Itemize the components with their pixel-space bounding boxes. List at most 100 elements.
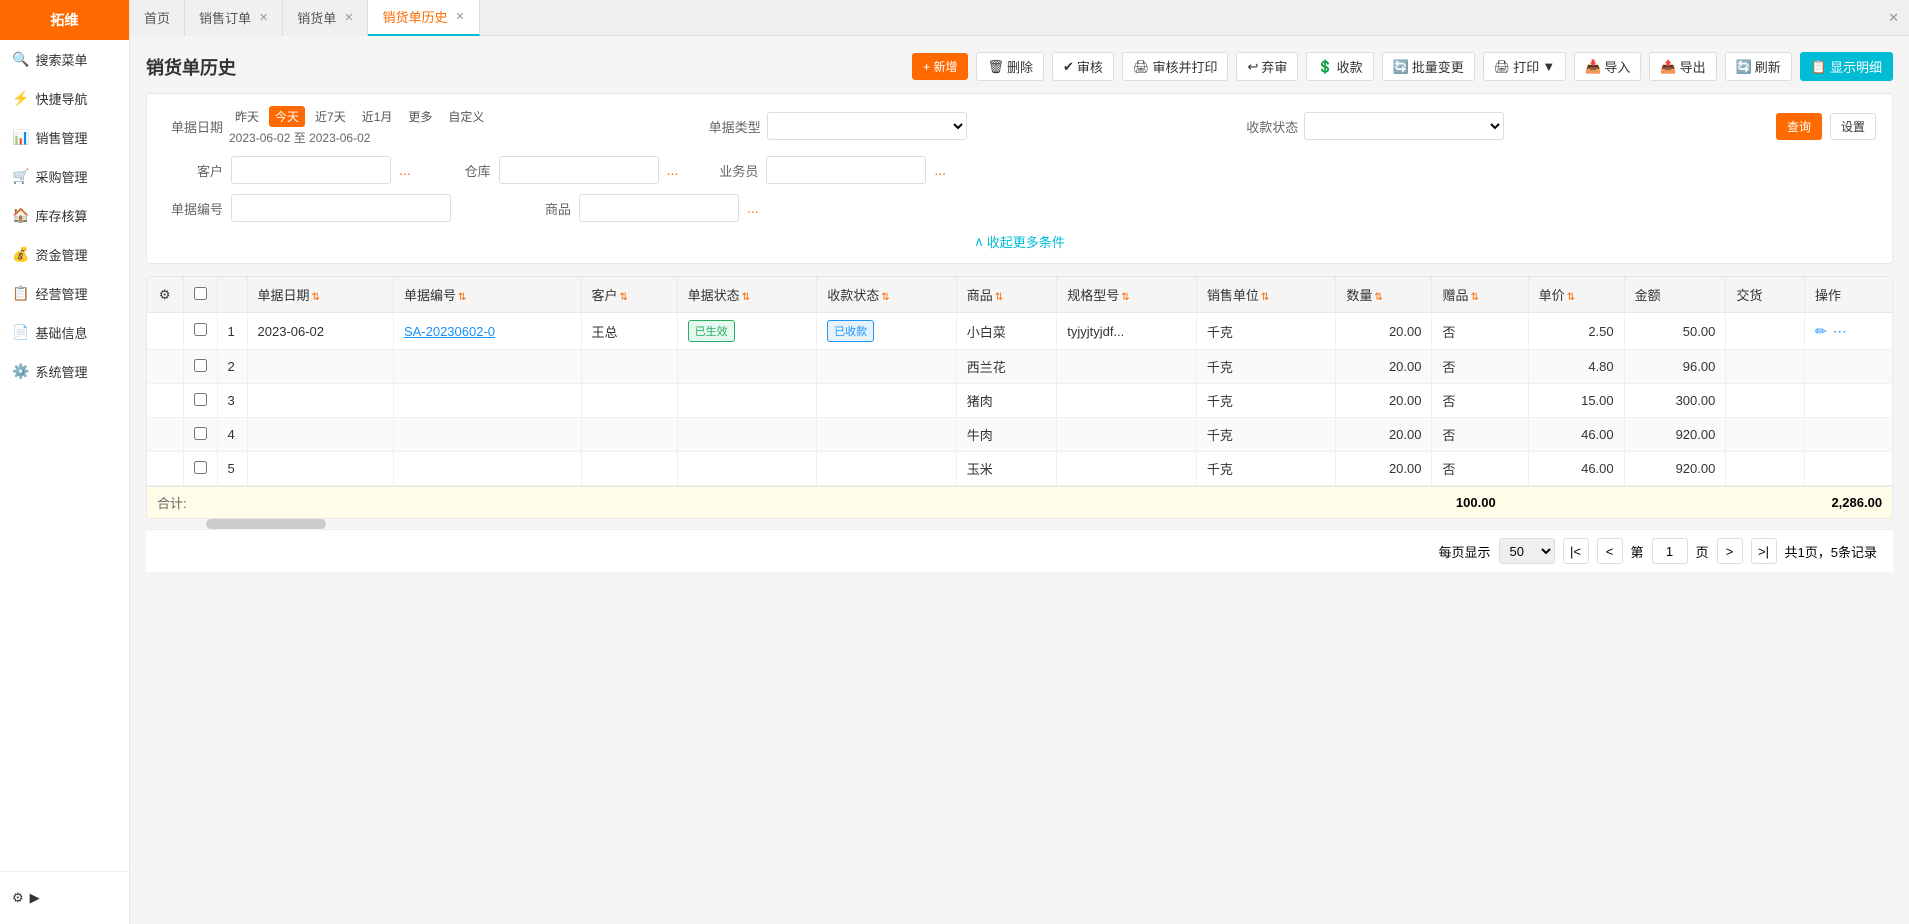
sidebar-item-quick-nav[interactable]: ⚡ 快捷导航 — [0, 79, 129, 118]
close-icon[interactable]: ✕ — [259, 11, 268, 24]
last-page-button[interactable]: >| — [1751, 538, 1777, 564]
row-checkbox[interactable] — [194, 393, 207, 406]
sidebar-item-search-menu[interactable]: 🔍 搜索菜单 — [0, 40, 129, 79]
new-button[interactable]: + 新增 — [912, 53, 968, 80]
td-gear — [147, 384, 183, 418]
td-checkbox[interactable] — [183, 313, 217, 350]
td-gift: 否 — [1432, 350, 1528, 384]
sidebar-settings[interactable]: ⚙ ▶ — [0, 880, 129, 916]
warehouse-input[interactable] — [499, 156, 659, 184]
date-tag-custom[interactable]: 自定义 — [442, 106, 490, 127]
td-gear — [147, 313, 183, 350]
th-doc-no[interactable]: 单据编号⇅ — [393, 277, 581, 313]
date-tag-1month[interactable]: 近1月 — [356, 106, 399, 127]
import-button[interactable]: 📥 导入 — [1574, 52, 1641, 81]
date-tag-more[interactable]: 更多 — [402, 106, 438, 127]
sidebar-bottom: ⚙ ▶ — [0, 871, 129, 924]
select-all-checkbox[interactable] — [194, 287, 207, 300]
td-doc-status — [677, 384, 817, 418]
tab-sales-history[interactable]: 销货单历史 ✕ — [368, 0, 479, 36]
close-icon[interactable]: ✕ — [456, 10, 465, 23]
row-checkbox[interactable] — [194, 359, 207, 372]
th-gift[interactable]: 赠品⇅ — [1432, 277, 1528, 313]
goods-input[interactable] — [579, 194, 739, 222]
tab-sales-order[interactable]: 销售订单 ✕ — [185, 0, 283, 36]
basic-info-icon: 📄 — [12, 324, 29, 341]
more-icon[interactable]: ⋯ — [1833, 323, 1847, 340]
warehouse-ellipsis-btn[interactable]: ... — [667, 162, 679, 178]
sidebar-item-purchase-mgmt[interactable]: 🛒 采购管理 — [0, 157, 129, 196]
td-goods: 猪肉 — [956, 384, 1056, 418]
td-checkbox[interactable] — [183, 350, 217, 384]
sidebar-item-inventory[interactable]: 🏠 库存核算 — [0, 196, 129, 235]
sidebar-item-sales-mgmt[interactable]: 📊 销售管理 — [0, 118, 129, 157]
doc-type-select[interactable] — [767, 112, 967, 140]
show-detail-button[interactable]: 📋 显示明细 — [1800, 52, 1893, 81]
th-spec[interactable]: 规格型号⇅ — [1057, 277, 1197, 313]
table-footer: 合计: 100.00 2,286.00 — [147, 486, 1892, 518]
query-button[interactable]: 查询 — [1776, 113, 1822, 140]
edit-icon[interactable]: ✏ — [1815, 323, 1827, 340]
salesperson-input[interactable] — [766, 156, 926, 184]
date-tag-today[interactable]: 今天 — [269, 106, 305, 127]
th-goods[interactable]: 商品⇅ — [956, 277, 1056, 313]
settings-icon: ⚙ — [12, 890, 24, 906]
export-button[interactable]: 📤 导出 — [1649, 52, 1716, 81]
td-checkbox[interactable] — [183, 452, 217, 486]
td-price: 4.80 — [1528, 350, 1624, 384]
first-page-button[interactable]: |< — [1563, 538, 1589, 564]
collapse-button[interactable]: ∧ 收起更多条件 — [974, 232, 1065, 251]
doc-no-input[interactable] — [231, 194, 451, 222]
tab-home[interactable]: 首页 — [130, 0, 185, 36]
date-tag-yesterday[interactable]: 昨天 — [229, 106, 265, 127]
sidebar-item-system-mgmt[interactable]: ⚙️ 系统管理 — [0, 352, 129, 391]
customer-input[interactable] — [231, 156, 391, 184]
batch-change-button[interactable]: 🔄 批量变更 — [1382, 52, 1475, 81]
scrollbar-thumb[interactable] — [206, 519, 326, 529]
goods-ellipsis-btn[interactable]: ... — [747, 200, 759, 216]
print-button[interactable]: 🖨 打印 ▼ — [1483, 52, 1566, 81]
refresh-button[interactable]: 🔄 刷新 — [1725, 52, 1792, 81]
doc-no-link[interactable]: SA-20230602-0 — [404, 324, 495, 339]
window-close-button[interactable]: ✕ — [1888, 10, 1909, 26]
salesperson-ellipsis-btn[interactable]: ... — [934, 162, 946, 178]
th-date[interactable]: 单据日期⇅ — [247, 277, 393, 313]
collect-button[interactable]: 💲 收款 — [1306, 52, 1373, 81]
td-doc-no — [393, 418, 581, 452]
review-button[interactable]: ✔ 审核 — [1052, 52, 1114, 81]
next-page-button[interactable]: > — [1717, 538, 1743, 564]
page-number-input[interactable] — [1652, 538, 1688, 564]
sidebar-item-basic-info[interactable]: 📄 基础信息 — [0, 313, 129, 352]
date-tag-7days[interactable]: 近7天 — [309, 106, 352, 127]
row-checkbox[interactable] — [194, 427, 207, 440]
row-checkbox[interactable] — [194, 323, 207, 336]
td-qty: 20.00 — [1336, 418, 1432, 452]
abandon-button[interactable]: ↩ 弃审 — [1236, 52, 1298, 81]
customer-ellipsis-btn[interactable]: ... — [399, 162, 411, 178]
sidebar-item-finance[interactable]: 💰 资金管理 — [0, 235, 129, 274]
th-customer[interactable]: 客户⇅ — [581, 277, 677, 313]
per-page-select[interactable]: 50 100 — [1499, 538, 1555, 564]
delete-button[interactable]: 🗑 删除 — [976, 52, 1044, 81]
th-price[interactable]: 单价⇅ — [1528, 277, 1624, 313]
operations-icon: 📋 — [12, 285, 29, 302]
td-checkbox[interactable] — [183, 418, 217, 452]
review-print-button[interactable]: 🖨 审核并打印 — [1122, 52, 1229, 81]
row-checkbox[interactable] — [194, 461, 207, 474]
sort-qty-icon: ⇅ — [1374, 292, 1382, 303]
payment-status-select[interactable] — [1304, 112, 1504, 140]
td-checkbox[interactable] — [183, 384, 217, 418]
td-spec — [1057, 384, 1197, 418]
settings-button[interactable]: 设置 — [1830, 113, 1876, 140]
th-doc-status[interactable]: 单据状态⇅ — [677, 277, 817, 313]
th-gear[interactable]: ⚙ — [147, 277, 183, 313]
th-qty[interactable]: 数量⇅ — [1336, 277, 1432, 313]
horizontal-scrollbar[interactable] — [146, 519, 1893, 529]
td-goods: 玉米 — [956, 452, 1056, 486]
tab-sales-invoice[interactable]: 销货单 ✕ — [283, 0, 368, 36]
th-unit[interactable]: 销售单位⇅ — [1196, 277, 1336, 313]
prev-page-button[interactable]: < — [1597, 538, 1623, 564]
close-icon[interactable]: ✕ — [344, 11, 353, 24]
sidebar-item-operations[interactable]: 📋 经营管理 — [0, 274, 129, 313]
th-payment-status[interactable]: 收款状态⇅ — [817, 277, 957, 313]
